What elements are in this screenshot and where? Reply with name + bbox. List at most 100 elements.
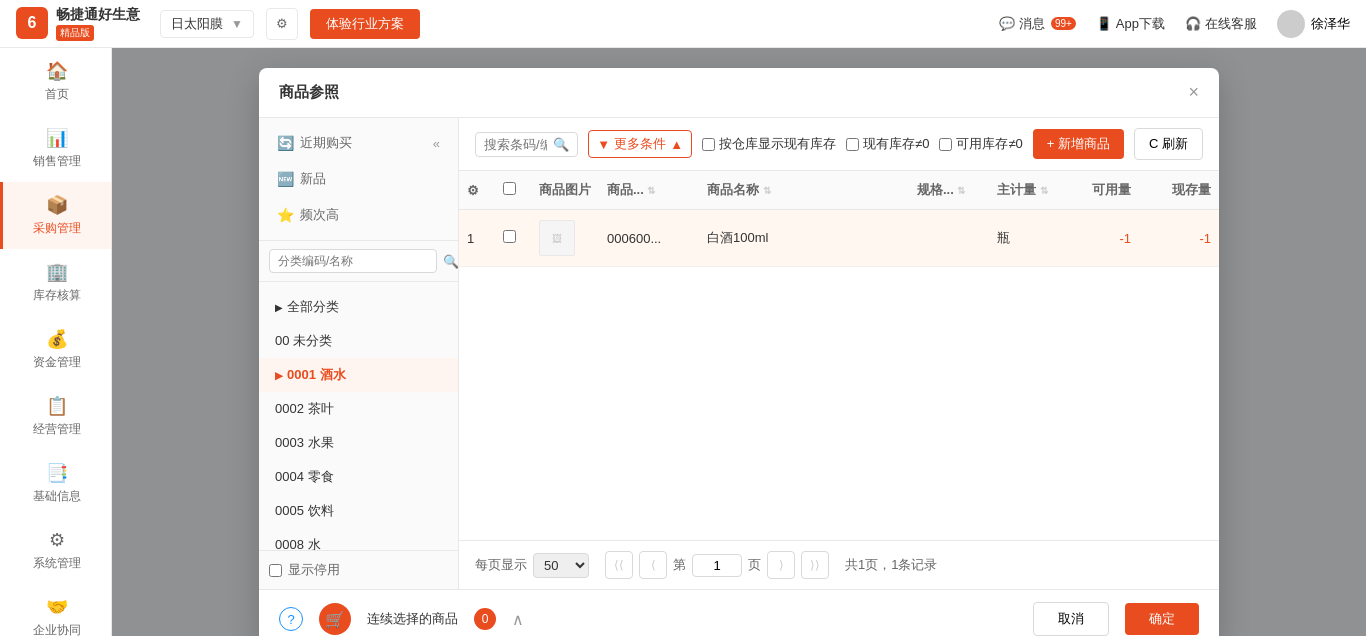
category-0001-label: 0001 酒水 xyxy=(287,366,346,384)
product-table: ⚙ 商品图片 商品... ⇅ xyxy=(459,171,1219,267)
category-00[interactable]: 00 未分类 xyxy=(259,324,458,358)
sidebar-item-purchase[interactable]: 📦 采购管理 xyxy=(0,182,111,249)
modal-close-button[interactable]: × xyxy=(1188,82,1199,103)
cart-button[interactable]: 🛒 xyxy=(319,603,351,635)
sidebar-item-home[interactable]: 🏠 首页 xyxy=(0,48,111,115)
category-all[interactable]: ▶ 全部分类 xyxy=(259,290,458,324)
row-checkbox[interactable] xyxy=(503,230,516,243)
next-page-button[interactable]: ⟩ xyxy=(767,551,795,579)
page-number-input[interactable] xyxy=(692,554,742,577)
footer-collapse-icon[interactable]: ∧ xyxy=(512,610,524,629)
sidebar-label-home: 首页 xyxy=(45,86,69,103)
first-page-button[interactable]: ⟨⟨ xyxy=(605,551,633,579)
col-header-settings[interactable]: ⚙ xyxy=(459,171,495,210)
category-0003[interactable]: 0003 水果 xyxy=(259,426,458,460)
category-0008[interactable]: 0008 水 xyxy=(259,528,458,550)
message-button[interactable]: 💬 消息 99+ xyxy=(999,15,1076,33)
online-service-label: 在线客服 xyxy=(1205,15,1257,33)
sidebar-item-collab[interactable]: 🤝 企业协同 xyxy=(0,584,111,636)
username: 徐泽华 xyxy=(1311,15,1350,33)
sidebar-label-basic: 基础信息 xyxy=(33,488,81,505)
quick-new-label: 新品 xyxy=(300,170,326,188)
store-selector[interactable]: 日太阳膜 ▼ xyxy=(160,10,254,38)
sidebar-item-system[interactable]: ⚙ 系统管理 xyxy=(0,517,111,584)
category-0001[interactable]: ▶ 0001 酒水 xyxy=(259,358,458,392)
sort-spec-icon[interactable]: ⇅ xyxy=(957,185,965,196)
category-list: ▶ 全部分类 00 未分类 ▶ 0001 酒水 0002 茶 xyxy=(259,282,458,550)
available-stock-checkbox-item[interactable]: 可用库存≠0 xyxy=(939,135,1022,153)
table-row[interactable]: 1 🖼 000600... 白酒100ml xyxy=(459,210,1219,267)
trial-button[interactable]: 体验行业方案 xyxy=(310,9,420,39)
row-check[interactable] xyxy=(495,210,531,267)
refresh-button[interactable]: C 刷新 xyxy=(1134,128,1203,160)
col-header-code: 商品... ⇅ xyxy=(599,171,699,210)
select-all-checkbox[interactable] xyxy=(503,182,516,195)
confirm-button[interactable]: 确定 xyxy=(1125,603,1199,635)
sidebar-item-inventory[interactable]: 🏢 库存核算 xyxy=(0,249,111,316)
sort-code-icon[interactable]: ⇅ xyxy=(647,185,655,196)
sort-name-icon[interactable]: ⇅ xyxy=(763,185,771,196)
category-0004[interactable]: 0004 零食 xyxy=(259,460,458,494)
page-total: 共1页，1条记录 xyxy=(845,556,937,574)
sidebar-item-basic[interactable]: 📑 基础信息 xyxy=(0,450,111,517)
pagination: ⟨⟨ ⟨ 第 页 ⟩ ⟩⟩ xyxy=(605,551,829,579)
finance-icon: 💰 xyxy=(46,328,68,350)
sidebar-label-operation: 经营管理 xyxy=(33,421,81,438)
star-icon: ⭐ xyxy=(277,207,294,223)
page-unit: 页 xyxy=(748,556,761,574)
prev-page-button[interactable]: ⟨ xyxy=(639,551,667,579)
current-stock-checkbox-item[interactable]: 现有库存≠0 xyxy=(846,135,929,153)
online-service-button[interactable]: 🎧 在线客服 xyxy=(1185,15,1257,33)
user-avatar[interactable]: 徐泽华 xyxy=(1277,10,1350,38)
add-product-button[interactable]: + 新增商品 xyxy=(1033,129,1124,159)
main-content: 商品参照 × 🔄 近期购买 « xyxy=(112,48,1366,636)
logo-area: 6 畅捷通好生意 精品版 xyxy=(16,6,140,41)
show-disabled-checkbox[interactable] xyxy=(269,564,282,577)
category-0002[interactable]: 0002 茶叶 xyxy=(259,392,458,426)
nav-right: 💬 消息 99+ 📱 App下载 🎧 在线客服 徐泽华 xyxy=(999,10,1350,38)
quick-frequent-label: 频次高 xyxy=(300,206,339,224)
quick-recent[interactable]: 🔄 近期购买 « xyxy=(269,128,448,158)
col-header-check[interactable] xyxy=(495,171,531,210)
top-nav: 6 畅捷通好生意 精品版 日太阳膜 ▼ ⚙ 体验行业方案 💬 消息 99+ 📱 … xyxy=(0,0,1366,48)
page-size-label: 每页显示 xyxy=(475,556,527,574)
quick-recent-label: 近期购买 xyxy=(300,134,352,152)
row-unit: 瓶 xyxy=(989,210,1059,267)
quick-new[interactable]: 🆕 新品 xyxy=(269,164,448,194)
sidebar-item-finance[interactable]: 💰 资金管理 xyxy=(0,316,111,383)
product-search-input[interactable] xyxy=(484,137,547,152)
col-header-img: 商品图片 xyxy=(531,171,599,210)
sidebar-item-operation[interactable]: 📋 经营管理 xyxy=(0,383,111,450)
page-size-select[interactable]: 50 100 xyxy=(533,553,589,578)
current-stock-checkbox[interactable] xyxy=(846,138,859,151)
available-stock-checkbox[interactable] xyxy=(939,138,952,151)
app-layout: 🏠 首页 📊 销售管理 📦 采购管理 🏢 库存核算 💰 资金管理 📋 经营管理 … xyxy=(0,48,1366,636)
app-download-button[interactable]: 📱 App下载 xyxy=(1096,15,1165,33)
quick-frequent[interactable]: ⭐ 频次高 xyxy=(269,200,448,230)
modal-body: 🔄 近期购买 « 🆕 新品 ⭐ 频次高 xyxy=(259,118,1219,589)
category-search-icon[interactable]: 🔍 xyxy=(443,254,459,269)
category-0004-label: 0004 零食 xyxy=(275,468,334,486)
collapse-icon[interactable]: « xyxy=(433,136,440,151)
sidebar-item-sales[interactable]: 📊 销售管理 xyxy=(0,115,111,182)
right-panel: 🔍 ▼ 更多条件 ▲ 按仓库显示现有库存 xyxy=(459,118,1219,589)
category-0005[interactable]: 0005 饮料 xyxy=(259,494,458,528)
warehouse-stock-checkbox-item[interactable]: 按仓库显示现有库存 xyxy=(702,135,836,153)
settings-button[interactable]: ⚙ xyxy=(266,8,298,40)
filter-arrow-icon: ▲ xyxy=(670,137,683,152)
help-button[interactable]: ? xyxy=(279,607,303,631)
show-disabled-area: 显示停用 xyxy=(259,550,458,589)
last-page-button[interactable]: ⟩⟩ xyxy=(801,551,829,579)
warehouse-stock-checkbox[interactable] xyxy=(702,138,715,151)
product-search-bar: 🔍 xyxy=(475,132,578,157)
product-reference-modal: 商品参照 × 🔄 近期购买 « xyxy=(259,68,1219,636)
category-search-input[interactable] xyxy=(269,249,437,273)
category-0002-label: 0002 茶叶 xyxy=(275,400,334,418)
logo-text-area: 畅捷通好生意 精品版 xyxy=(56,6,140,41)
active-expand-icon: ▶ xyxy=(275,370,283,381)
col-spec-label: 规格... xyxy=(917,182,954,197)
category-0003-label: 0003 水果 xyxy=(275,434,334,452)
filter-button[interactable]: ▼ 更多条件 ▲ xyxy=(588,130,692,158)
cancel-button[interactable]: 取消 xyxy=(1033,602,1109,636)
sort-unit-icon[interactable]: ⇅ xyxy=(1040,185,1048,196)
